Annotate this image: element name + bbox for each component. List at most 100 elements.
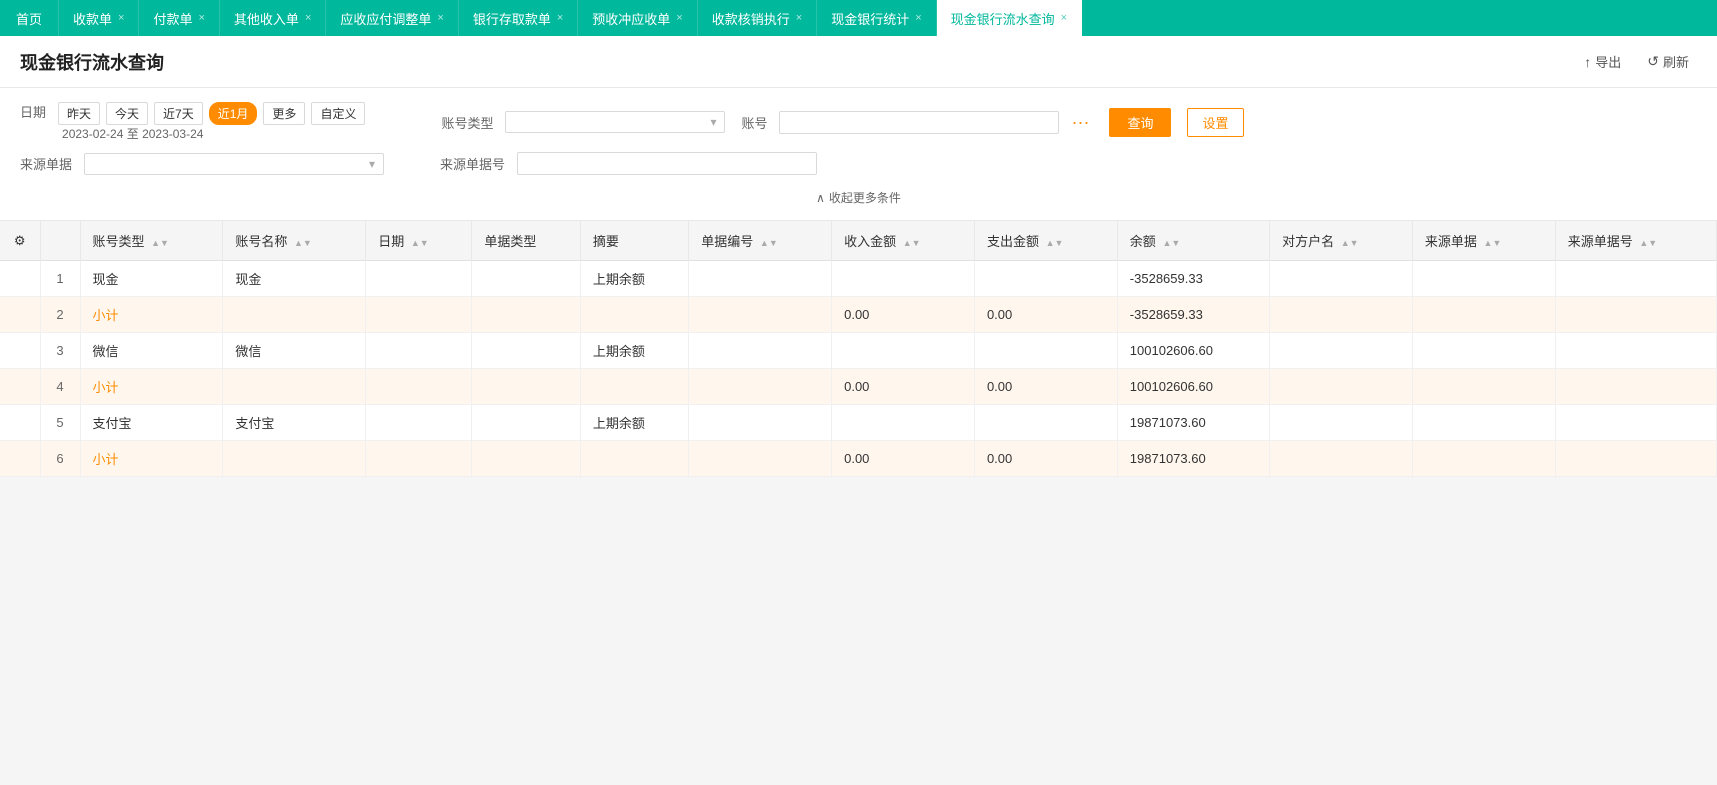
date-btn-today[interactable]: 今天 [106,102,148,125]
close-icon[interactable]: × [796,12,802,24]
cell-account-name [223,369,366,405]
close-icon[interactable]: × [305,12,311,24]
cell-account-type: 现金 [80,261,223,297]
cell-checkbox [0,261,40,297]
date-label: 日期 [20,102,46,121]
table-header-row: ⚙ 账号类型 ▲▼ 账号名称 ▲▼ 日期 ▲▼ 单据类型 [0,221,1717,261]
column-doc-no[interactable]: 单据编号 ▲▼ [689,221,832,261]
cell-source-doc [1412,261,1555,297]
cell-summary: 上期余额 [580,405,688,441]
nav-tab-bank-deposit[interactable]: 银行存取款单 × [459,0,578,36]
cell-account-type: 小计 [80,441,223,477]
cell-account-name [223,297,366,333]
cell-account-type: 小计 [80,297,223,333]
refresh-button[interactable]: ↺ 刷新 [1639,48,1697,75]
cell-num: 3 [40,333,80,369]
account-type-select[interactable]: ▾ [505,111,725,133]
cell-summary [580,441,688,477]
column-source-doc[interactable]: 来源单据 ▲▼ [1412,221,1555,261]
source-doc-select[interactable]: ▾ [84,153,384,175]
column-gear[interactable]: ⚙ [0,221,40,261]
date-btn-custom[interactable]: 自定义 [311,102,365,125]
settings-button[interactable]: 设置 [1187,108,1243,137]
table-row[interactable]: 2小计0.000.00-3528659.33 [0,297,1717,333]
date-filter-group: 日期 昨天 今天 近7天 近1月 更多 自定义 2023-02-24 至 202… [20,102,365,142]
page-header: 现金银行流水查询 ↑ 导出 ↺ 刷新 [0,36,1717,88]
column-account-name[interactable]: 账号名称 ▲▼ [223,221,366,261]
cell-doc-type [472,333,580,369]
sort-arrows-icon: ▲▼ [1162,238,1180,248]
collapse-label: 收起更多条件 [829,189,901,206]
cell-doc-no [689,441,832,477]
close-icon[interactable]: × [1061,12,1067,24]
nav-tab-shoukuan[interactable]: 收款单 × [59,0,139,36]
filter-row-2: 来源单据 ▾ 来源单据号 [20,152,1697,175]
table-row[interactable]: 1现金现金上期余额-3528659.33 [0,261,1717,297]
source-doc-no-filter: 来源单据号 [440,152,817,175]
cell-source-doc-no [1555,405,1716,441]
table-row[interactable]: 5支付宝支付宝上期余额19871073.60 [0,405,1717,441]
cell-doc-type [472,441,580,477]
column-account-type[interactable]: 账号类型 ▲▼ [80,221,223,261]
collapse-filter-button[interactable]: ∧ 收起更多条件 [20,185,1697,214]
date-btn-1month[interactable]: 近1月 [209,102,258,125]
close-icon[interactable]: × [676,12,682,24]
column-counterparty[interactable]: 对方户名 ▲▼ [1270,221,1413,261]
date-btn-more[interactable]: 更多 [263,102,305,125]
cell-income [832,405,975,441]
column-date[interactable]: 日期 ▲▼ [366,221,472,261]
table-row[interactable]: 3微信微信上期余额100102606.60 [0,333,1717,369]
cell-balance: 19871073.60 [1117,405,1269,441]
query-button[interactable]: 查询 [1109,108,1171,137]
column-balance[interactable]: 余额 ▲▼ [1117,221,1269,261]
date-filter-content: 昨天 今天 近7天 近1月 更多 自定义 2023-02-24 至 2023-0… [58,102,365,142]
cell-account-name: 微信 [223,333,366,369]
cell-doc-no [689,405,832,441]
export-button[interactable]: ↑ 导出 [1576,48,1629,75]
nav-tab-prepayment[interactable]: 预收冲应收单 × [578,0,697,36]
cell-account-name [223,441,366,477]
sort-arrows-icon: ▲▼ [151,238,169,248]
nav-tab-fukuan[interactable]: 付款单 × [139,0,219,36]
nav-tab-collection[interactable]: 收款核销执行 × [698,0,817,36]
nav-tab-other-income[interactable]: 其他收入单 × [220,0,326,36]
column-summary: 摘要 [580,221,688,261]
table-row[interactable]: 4小计0.000.00100102606.60 [0,369,1717,405]
date-btn-7days[interactable]: 近7天 [154,102,203,125]
nav-tab-bank-flow[interactable]: 现金银行流水查询 × [937,0,1082,36]
cell-counterparty [1270,369,1413,405]
filter-area: 日期 昨天 今天 近7天 近1月 更多 自定义 2023-02-24 至 202… [0,88,1717,221]
close-icon[interactable]: × [118,12,124,24]
table-row[interactable]: 6小计0.000.0019871073.60 [0,441,1717,477]
cell-balance: 100102606.60 [1117,333,1269,369]
column-source-doc-no[interactable]: 来源单据号 ▲▼ [1555,221,1716,261]
close-icon[interactable]: × [198,12,204,24]
cell-source-doc [1412,369,1555,405]
source-doc-no-input[interactable] [517,152,817,175]
close-icon[interactable]: × [915,12,921,24]
cell-doc-type [472,261,580,297]
close-icon[interactable]: × [557,12,563,24]
nav-tab-bank-stats[interactable]: 现金银行统计 × [817,0,936,36]
column-doc-type: 单据类型 [472,221,580,261]
top-navigation: 首页 收款单 × 付款单 × 其他收入单 × 应收应付调整单 × 银行存取款单 … [0,0,1717,36]
cell-balance: -3528659.33 [1117,261,1269,297]
cell-source-doc [1412,441,1555,477]
column-income[interactable]: 收入金额 ▲▼ [832,221,975,261]
data-table-container: ⚙ 账号类型 ▲▼ 账号名称 ▲▼ 日期 ▲▼ 单据类型 [0,221,1717,477]
sort-arrows-icon: ▲▼ [760,238,778,248]
cell-source-doc [1412,297,1555,333]
cell-balance: -3528659.33 [1117,297,1269,333]
column-expense[interactable]: 支出金额 ▲▼ [974,221,1117,261]
account-type-filter: 账号类型 ▾ [441,111,725,133]
nav-tab-adjustment[interactable]: 应收应付调整单 × [326,0,458,36]
cell-summary [580,297,688,333]
cell-account-type: 支付宝 [80,405,223,441]
account-dots-button[interactable]: ··· [1067,112,1093,133]
chevron-down-icon: ▾ [710,115,716,129]
cell-counterparty [1270,333,1413,369]
date-btn-yesterday[interactable]: 昨天 [58,102,100,125]
nav-home[interactable]: 首页 [0,0,59,36]
account-input[interactable] [779,111,1059,134]
close-icon[interactable]: × [437,12,443,24]
